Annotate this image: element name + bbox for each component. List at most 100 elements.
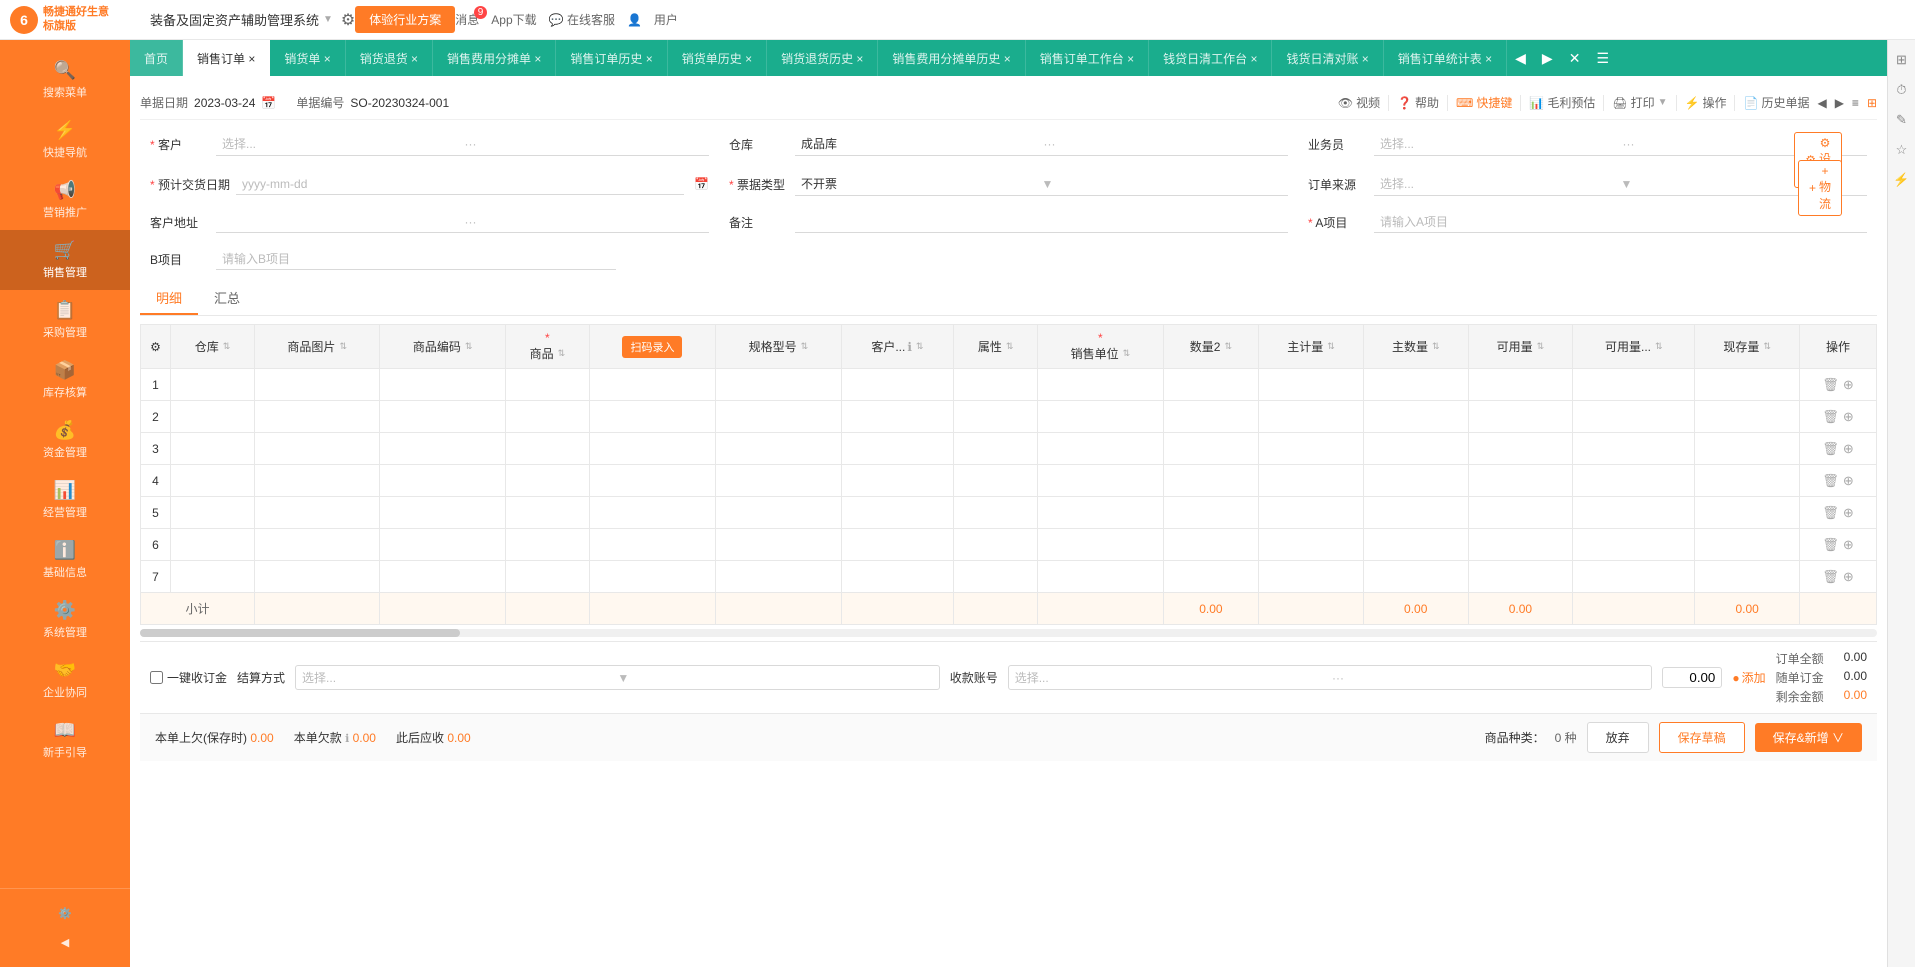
credit-info-icon[interactable]: ℹ bbox=[345, 733, 349, 745]
row-copy-icon[interactable]: ⊕ bbox=[1843, 441, 1854, 457]
add-button[interactable]: ● 添加 bbox=[1732, 669, 1765, 686]
amount-input[interactable] bbox=[1662, 667, 1722, 688]
cell-available2[interactable] bbox=[1573, 561, 1695, 593]
system-dropdown-icon[interactable]: ▼ bbox=[323, 14, 333, 25]
row-copy-icon[interactable]: ⊕ bbox=[1843, 569, 1854, 585]
cell-customer-code[interactable] bbox=[841, 401, 954, 433]
cell-product[interactable] bbox=[505, 369, 589, 401]
cell-warehouse[interactable] bbox=[171, 401, 255, 433]
cell-main-qty[interactable] bbox=[1363, 497, 1468, 529]
cell-attr[interactable] bbox=[954, 433, 1038, 465]
tab-cash-reconcile[interactable]: 钱货日清对账 × bbox=[1272, 40, 1383, 76]
cell-stock[interactable] bbox=[1695, 465, 1800, 497]
grid-toggle-btn[interactable]: ⊞ bbox=[1867, 96, 1877, 110]
th-qty2[interactable]: 数量2 ⇅ bbox=[1163, 325, 1259, 369]
cell-product[interactable] bbox=[505, 561, 589, 593]
th-image[interactable]: 商品图片 ⇅ bbox=[254, 325, 379, 369]
sidebar-item-system[interactable]: ⚙️ 系统管理 bbox=[0, 590, 130, 650]
profit-link[interactable]: 📊 毛利预估 bbox=[1529, 94, 1595, 111]
cell-stock[interactable] bbox=[1695, 561, 1800, 593]
tab-sales-return-history[interactable]: 销货退货历史 × bbox=[767, 40, 878, 76]
notification-icon[interactable]: 消息 9 bbox=[455, 11, 479, 28]
cell-unit[interactable] bbox=[1038, 561, 1163, 593]
add-logistics-button[interactable]: + + 物流 bbox=[1798, 160, 1842, 216]
tab-sales-return[interactable]: 销货退货 × bbox=[346, 40, 433, 76]
cell-available2[interactable] bbox=[1573, 465, 1695, 497]
tab-home[interactable]: 首页 bbox=[130, 40, 183, 76]
tab-cash-workbench[interactable]: 钱贷日清工作台 × bbox=[1149, 40, 1272, 76]
cell-attr[interactable] bbox=[954, 561, 1038, 593]
row-delete-icon[interactable]: 🗑 bbox=[1822, 377, 1839, 393]
cell-customer-code[interactable] bbox=[841, 497, 954, 529]
cell-code[interactable] bbox=[380, 465, 505, 497]
cell-qty2[interactable] bbox=[1163, 561, 1259, 593]
sidebar-item-purchase[interactable]: 📋 采购管理 bbox=[0, 290, 130, 350]
note-input[interactable] bbox=[795, 212, 1288, 233]
cell-main-qty[interactable] bbox=[1363, 529, 1468, 561]
cell-stock[interactable] bbox=[1695, 529, 1800, 561]
row-copy-icon[interactable]: ⊕ bbox=[1843, 473, 1854, 489]
sidebar-item-inventory[interactable]: 📦 库存核算 bbox=[0, 350, 130, 410]
cell-customer-code[interactable] bbox=[841, 433, 954, 465]
sidebar-item-finance[interactable]: 💰 资金管理 bbox=[0, 410, 130, 470]
right-panel-icon-5[interactable]: ⚡ bbox=[1890, 168, 1914, 192]
salesperson-select[interactable]: 选择... ··· bbox=[1374, 132, 1867, 156]
sidebar-item-guide[interactable]: 📖 新手引导 bbox=[0, 710, 130, 770]
cell-unit[interactable] bbox=[1038, 369, 1163, 401]
cell-main-unit[interactable] bbox=[1259, 529, 1364, 561]
row-delete-icon[interactable]: 🗑 bbox=[1822, 441, 1839, 457]
sidebar-item-sales[interactable]: 🛒 销售管理 bbox=[0, 230, 130, 290]
online-service-link[interactable]: 💬 在线客服 bbox=[549, 11, 615, 28]
history-link[interactable]: 📄 历史单据 bbox=[1743, 94, 1809, 111]
row-copy-icon[interactable]: ⊕ bbox=[1843, 409, 1854, 425]
th-customer-code[interactable]: 客户... ℹ ⇅ bbox=[841, 325, 954, 369]
cell-warehouse[interactable] bbox=[171, 369, 255, 401]
cell-unit[interactable] bbox=[1038, 465, 1163, 497]
cell-available[interactable] bbox=[1468, 465, 1573, 497]
cell-attr[interactable] bbox=[954, 369, 1038, 401]
cell-product[interactable] bbox=[505, 497, 589, 529]
right-panel-icon-4[interactable]: ☆ bbox=[1890, 138, 1914, 162]
tab-prev-btn[interactable]: ◀ bbox=[1507, 40, 1534, 76]
cell-warehouse[interactable] bbox=[171, 497, 255, 529]
cell-available[interactable] bbox=[1468, 369, 1573, 401]
warehouse-select[interactable]: 成品库 ··· bbox=[795, 132, 1288, 156]
cell-code[interactable] bbox=[380, 401, 505, 433]
view-toggle-btn[interactable]: ≡ bbox=[1852, 96, 1859, 110]
cell-product[interactable] bbox=[505, 401, 589, 433]
row-delete-icon[interactable]: 🗑 bbox=[1822, 569, 1839, 585]
cell-qty2[interactable] bbox=[1163, 369, 1259, 401]
tab-sales-order-history[interactable]: 销售订单历史 × bbox=[556, 40, 667, 76]
tab-sales-bill[interactable]: 销货单 × bbox=[270, 40, 345, 76]
tab-next-btn[interactable]: ▶ bbox=[1534, 40, 1561, 76]
customer-more-btn[interactable]: ··· bbox=[465, 137, 704, 151]
cell-main-qty[interactable] bbox=[1363, 465, 1468, 497]
address-select[interactable]: ··· bbox=[216, 212, 709, 233]
cell-main-unit[interactable] bbox=[1259, 465, 1364, 497]
th-settings[interactable]: ⚙ bbox=[141, 325, 171, 369]
cell-code[interactable] bbox=[380, 561, 505, 593]
th-stock[interactable]: 现存量 ⇅ bbox=[1695, 325, 1800, 369]
address-more-btn[interactable]: ··· bbox=[465, 215, 704, 229]
cell-attr[interactable] bbox=[954, 465, 1038, 497]
cell-stock[interactable] bbox=[1695, 369, 1800, 401]
cell-available2[interactable] bbox=[1573, 529, 1695, 561]
cell-customer-code[interactable] bbox=[841, 465, 954, 497]
sidebar-item-quicknav[interactable]: ⚡ 快捷导航 bbox=[0, 110, 130, 170]
tab-sales-stat[interactable]: 销售订单统计表 × bbox=[1384, 40, 1507, 76]
cell-product[interactable] bbox=[505, 433, 589, 465]
right-panel-icon-2[interactable]: ⏱ bbox=[1890, 78, 1914, 102]
sidebar-item-basicinfo[interactable]: ℹ️ 基础信息 bbox=[0, 530, 130, 590]
cell-main-qty[interactable] bbox=[1363, 433, 1468, 465]
help-link[interactable]: ❓ 帮助 bbox=[1397, 94, 1439, 111]
cell-available2[interactable] bbox=[1573, 497, 1695, 529]
aproject-input[interactable] bbox=[1374, 212, 1867, 233]
app-download-link[interactable]: App下载 bbox=[491, 11, 536, 28]
cell-spec[interactable] bbox=[716, 497, 841, 529]
cell-main-qty[interactable] bbox=[1363, 369, 1468, 401]
cell-spec[interactable] bbox=[716, 369, 841, 401]
th-attr[interactable]: 属性 ⇅ bbox=[954, 325, 1038, 369]
bproject-input[interactable] bbox=[216, 249, 616, 270]
cell-available[interactable] bbox=[1468, 529, 1573, 561]
row-delete-icon[interactable]: 🗑 bbox=[1822, 505, 1839, 521]
